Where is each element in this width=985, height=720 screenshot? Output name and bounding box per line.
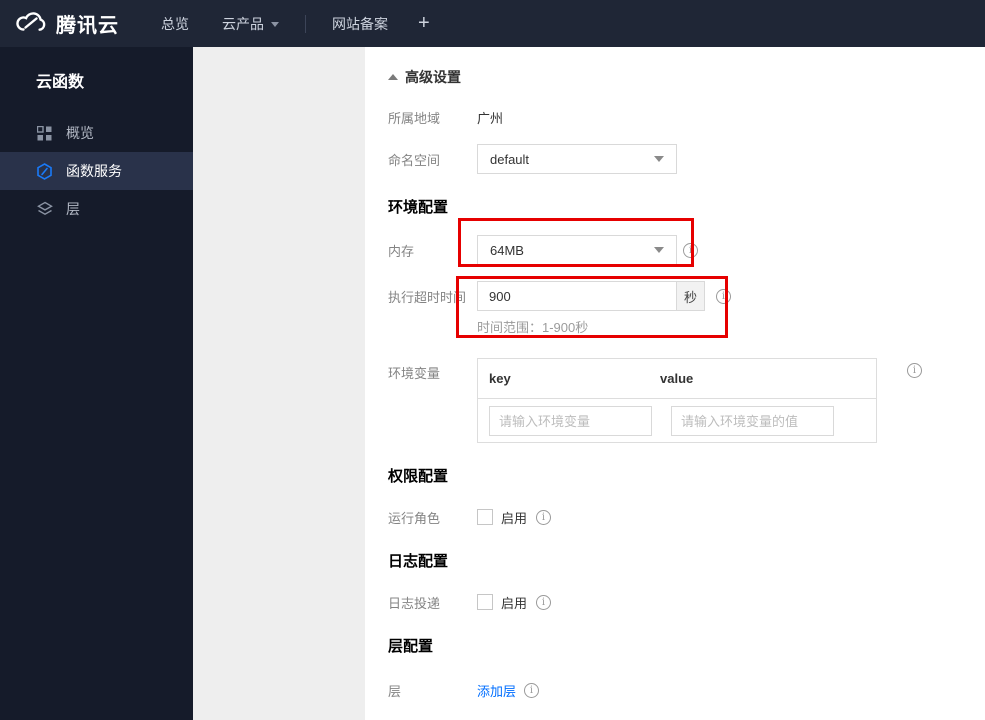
log-delivery-enable-label: 启用 (501, 595, 528, 611)
function-service-icon (36, 162, 53, 180)
sidebar-item-overview[interactable]: 概览 (0, 114, 193, 152)
env-vars-table: key value (477, 358, 877, 443)
sidebar-item-label: 概览 (66, 125, 94, 141)
env-vars-input-row (478, 399, 876, 443)
log-delivery-label: 日志投递 (388, 595, 441, 611)
chevron-down-icon (271, 22, 279, 27)
layers-icon (36, 201, 53, 218)
brand-text: 腾讯云 (56, 15, 119, 37)
run-role-label: 运行角色 (388, 510, 441, 526)
sidebar-menu: 概览 函数服务 层 (0, 114, 193, 228)
namespace-label: 命名空间 (388, 152, 441, 168)
run-role-info-icon[interactable]: i (536, 509, 552, 525)
chevron-down-icon (654, 156, 664, 162)
add-layer-link[interactable]: 添加层 (477, 681, 516, 700)
env-value-input[interactable] (671, 406, 834, 436)
nav-overview[interactable]: 总览 (161, 14, 189, 34)
sidebar: 云函数 概览 函数服务 层 (0, 47, 193, 720)
collapse-triangle-icon (388, 74, 398, 80)
env-key-input[interactable] (489, 406, 652, 436)
tencent-cloud-logo[interactable]: 腾讯云 (14, 8, 119, 40)
memory-label: 内存 (388, 243, 415, 259)
log-config-section-title: 日志配置 (388, 553, 449, 570)
namespace-select[interactable]: default (477, 144, 677, 174)
env-config-section-title: 环境配置 (388, 199, 449, 216)
perm-config-section-title: 权限配置 (388, 468, 449, 485)
memory-row: 内存 64MB i (388, 235, 698, 265)
timeout-label: 执行超时时间 (388, 289, 467, 305)
timeout-input[interactable] (478, 282, 676, 310)
nav-beian[interactable]: 网站备案 (332, 14, 388, 34)
timeout-info-icon[interactable]: i (716, 288, 731, 304)
sidebar-item-label: 函数服务 (66, 163, 122, 179)
topbar: 腾讯云 总览 云产品 网站备案 + (0, 0, 985, 47)
env-vars-label: 环境变量 (388, 366, 441, 381)
timeout-row: 执行超时时间 秒 i (388, 281, 731, 311)
layer-config-section-title: 层配置 (388, 638, 434, 655)
add-tab-button[interactable]: + (418, 12, 430, 35)
env-vars-row: 环境变量 key value i (388, 358, 922, 443)
nav-divider (305, 14, 306, 33)
region-row: 所属地域 广州 (388, 103, 503, 131)
log-delivery-checkbox[interactable] (477, 594, 493, 610)
env-vars-info-icon[interactable]: i (907, 363, 922, 378)
memory-selected-value: 64MB (490, 242, 524, 258)
env-key-header: key (489, 371, 511, 386)
run-role-checkbox[interactable] (477, 509, 493, 525)
sidebar-item-layers[interactable]: 层 (0, 190, 193, 228)
advanced-settings-label: 高级设置 (405, 69, 461, 85)
timeout-unit-button[interactable]: 秒 (676, 282, 704, 310)
run-role-row: 运行角色 启用 i (388, 509, 552, 526)
chevron-down-icon (654, 247, 664, 253)
timeout-input-group: 秒 (477, 281, 705, 311)
grid-icon (36, 125, 53, 142)
sidebar-item-label: 层 (66, 201, 80, 217)
cloud-logo-icon (14, 8, 48, 40)
memory-info-icon[interactable]: i (683, 242, 698, 258)
region-value: 广州 (477, 110, 504, 126)
run-role-enable-label: 启用 (501, 510, 528, 526)
layer-info-icon[interactable]: i (524, 682, 540, 698)
advanced-settings-toggle[interactable]: 高级设置 (388, 67, 461, 87)
env-vars-header-row: key value (478, 359, 876, 399)
namespace-row: 命名空间 default (388, 144, 677, 174)
log-delivery-info-icon[interactable]: i (536, 594, 552, 610)
layer-row: 层 添加层 i (388, 681, 540, 700)
sidebar-item-function-service[interactable]: 函数服务 (0, 152, 193, 190)
sidebar-title: 云函数 (36, 74, 85, 91)
nav-cloud-products[interactable]: 云产品 (222, 14, 279, 34)
nav-cloud-products-label: 云产品 (222, 15, 264, 32)
collapsed-secondary-panel (193, 47, 365, 720)
region-label: 所属地域 (388, 110, 441, 126)
log-delivery-row: 日志投递 启用 i (388, 594, 552, 611)
timeout-range-hint: 时间范围：1-900秒 (477, 320, 589, 335)
main-content: 高级设置 所属地域 广州 命名空间 default 环境配置 内存 64MB i… (365, 47, 985, 720)
memory-select[interactable]: 64MB (477, 235, 677, 265)
layer-label: 层 (388, 683, 402, 699)
namespace-selected-value: default (490, 151, 530, 167)
env-value-header: value (660, 371, 694, 386)
